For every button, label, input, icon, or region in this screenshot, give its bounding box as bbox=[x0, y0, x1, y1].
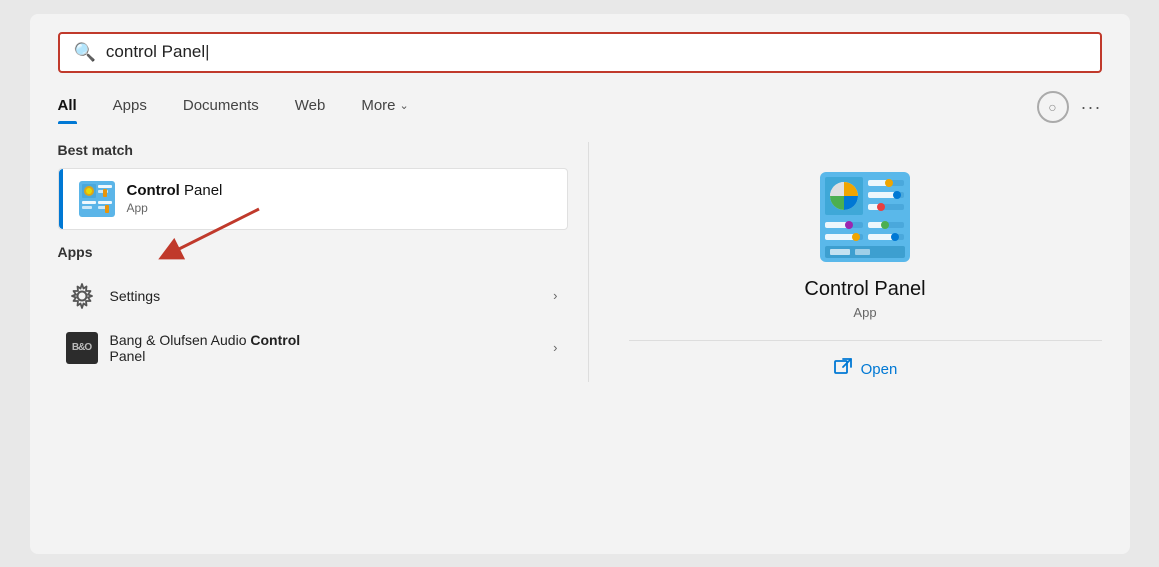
cortana-icon: ○ bbox=[1048, 99, 1056, 115]
tab-all[interactable]: All bbox=[58, 91, 95, 124]
settings-chevron-icon: › bbox=[553, 288, 557, 303]
divider bbox=[629, 340, 1102, 341]
settings-label: Settings bbox=[110, 288, 161, 304]
gear-icon bbox=[68, 282, 96, 310]
selection-indicator bbox=[59, 169, 63, 229]
search-bar-container: 🔍 control Panel| bbox=[58, 32, 1102, 73]
right-panel-subtitle: App bbox=[853, 305, 876, 320]
tab-more[interactable]: More ⌄ bbox=[343, 91, 426, 124]
best-match-text: Control Panel App bbox=[127, 182, 223, 215]
bo-label: Bang & Olufsen Audio ControlPanel bbox=[110, 332, 301, 364]
open-external-icon bbox=[833, 357, 853, 382]
open-button[interactable]: Open bbox=[833, 357, 898, 382]
search-window: 🔍 control Panel| All Apps Documents Web … bbox=[30, 14, 1130, 554]
open-label: Open bbox=[861, 361, 898, 378]
control-panel-large-icon bbox=[820, 172, 910, 262]
content-area: Best match bbox=[58, 142, 1102, 382]
settings-icon-container bbox=[66, 280, 98, 312]
best-match-title: Control Panel bbox=[127, 182, 223, 199]
control-panel-small-icon bbox=[79, 181, 115, 217]
search-input[interactable]: control Panel| bbox=[106, 42, 210, 62]
best-match-item[interactable]: Control Panel App bbox=[58, 168, 568, 230]
bo-chevron-icon: › bbox=[553, 340, 557, 355]
best-match-subtitle: App bbox=[127, 201, 223, 215]
more-options-button[interactable]: ··· bbox=[1081, 97, 1102, 118]
chevron-down-icon: ⌄ bbox=[400, 99, 409, 112]
tab-documents[interactable]: Documents bbox=[165, 91, 277, 124]
tabs-row: All Apps Documents Web More ⌄ ○ ··· bbox=[58, 91, 1102, 124]
search-icon: 🔍 bbox=[74, 42, 96, 63]
cortana-button[interactable]: ○ bbox=[1037, 91, 1069, 123]
external-link-icon bbox=[833, 357, 853, 377]
apps-section-label: Apps bbox=[58, 244, 568, 260]
right-panel: Control Panel App Open bbox=[588, 142, 1102, 382]
bo-audio-list-item[interactable]: B&O Bang & Olufsen Audio ControlPanel › bbox=[58, 322, 568, 374]
left-panel: Best match bbox=[58, 142, 588, 382]
tab-web[interactable]: Web bbox=[277, 91, 344, 124]
tab-apps[interactable]: Apps bbox=[95, 91, 165, 124]
bo-brand-icon: B&O bbox=[66, 332, 98, 364]
right-panel-title: Control Panel bbox=[804, 278, 925, 301]
best-match-label: Best match bbox=[58, 142, 568, 158]
tabs-right-actions: ○ ··· bbox=[1037, 91, 1102, 123]
bo-icon-container: B&O bbox=[66, 332, 98, 364]
settings-list-item[interactable]: Settings › bbox=[58, 270, 568, 322]
